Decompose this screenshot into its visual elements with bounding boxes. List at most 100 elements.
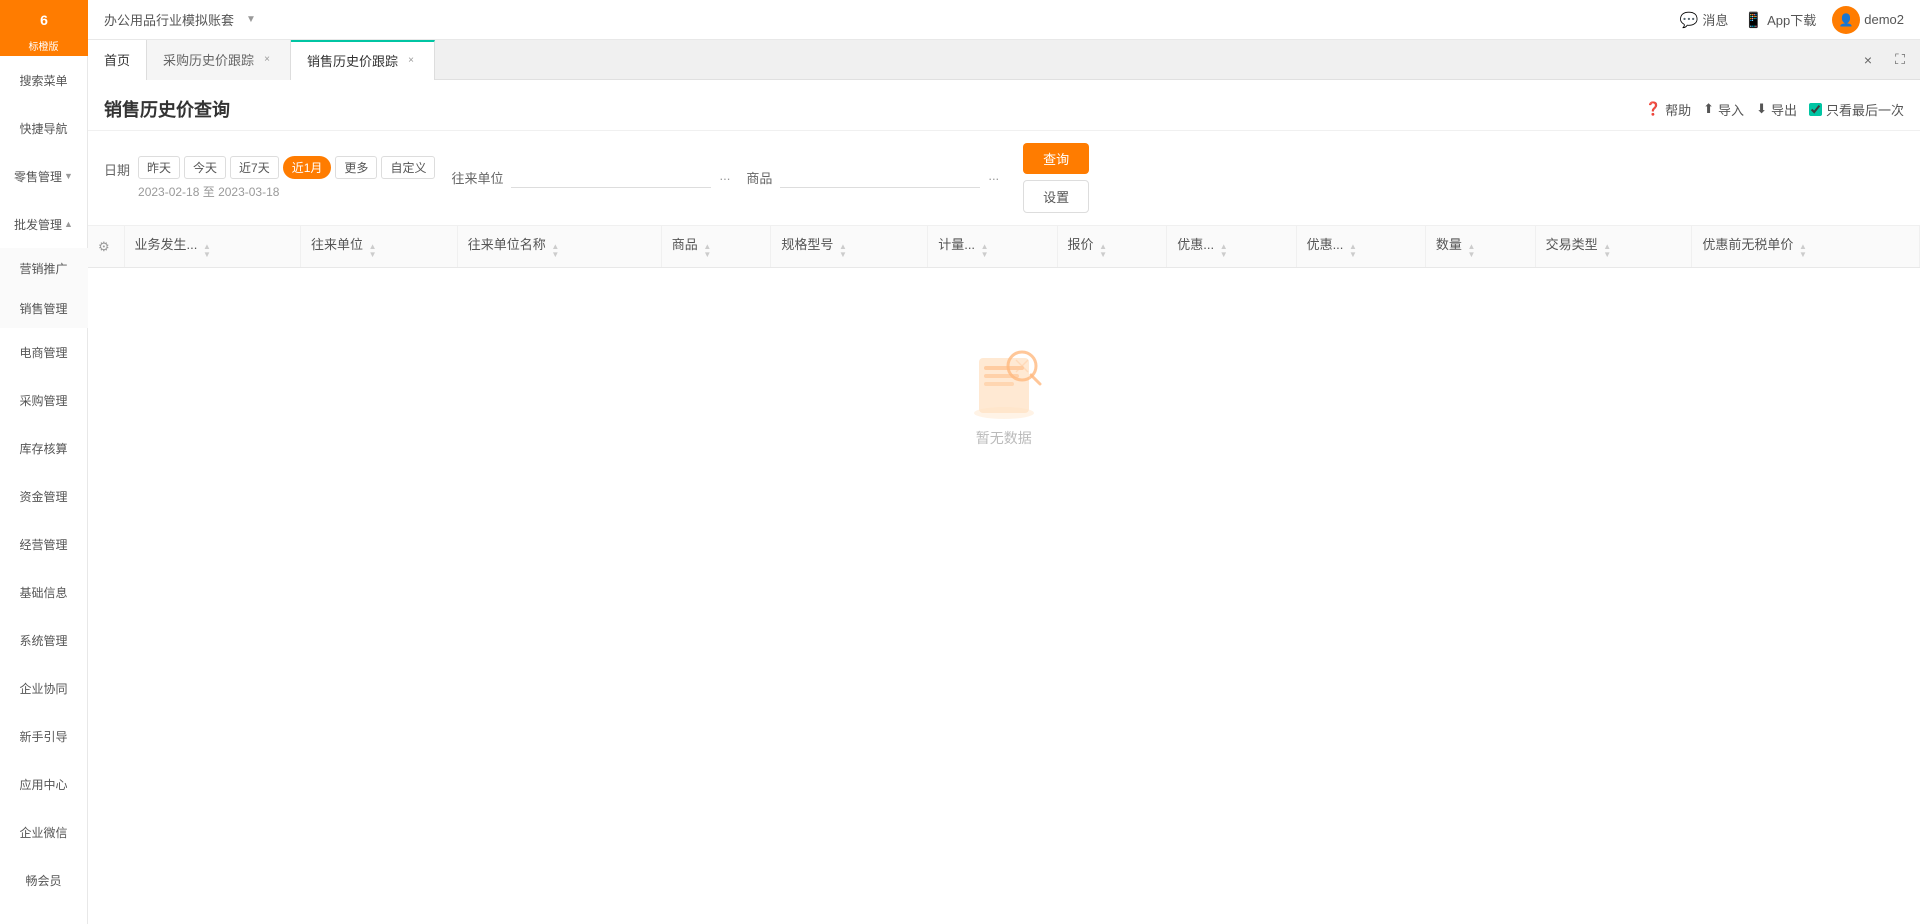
sidebar-item-app-center[interactable]: 应用中心 [0, 760, 88, 808]
tab-purchase-history-close[interactable]: × [260, 53, 274, 67]
sidebar-item-inventory[interactable]: 库存核算 [0, 424, 88, 472]
user-name: demo2 [1864, 12, 1904, 27]
sort-icon: ▲▼ [981, 243, 989, 259]
help-button[interactable]: ❓ 帮助 [1645, 100, 1691, 119]
app-title-dropdown-icon[interactable]: ▼ [246, 14, 256, 25]
sidebar-item-sys[interactable]: 系统管理 [0, 616, 88, 664]
filter-area: 日期 昨天 今天 近7天 近1月 更多 自定义 2023-02-18 至 202… [88, 131, 1920, 226]
date-btn-more[interactable]: 更多 [335, 156, 377, 179]
empty-state: 暂无数据 [88, 268, 1920, 508]
export-icon: ⬇ [1756, 101, 1767, 117]
sort-icon: ▲▼ [839, 243, 847, 259]
date-filter-group: 日期 昨天 今天 近7天 近1月 更多 自定义 2023-02-18 至 202… [104, 156, 435, 200]
sidebar-item-label: 批发管理 [14, 216, 62, 233]
sidebar-item-ops[interactable]: 经营管理 [0, 520, 88, 568]
date-btn-last7[interactable]: 近7天 [230, 156, 279, 179]
table-header-discount1[interactable]: 优惠... ▲▼ [1167, 226, 1296, 268]
sort-icon: ▲▼ [1099, 243, 1107, 259]
date-btn-today[interactable]: 今天 [184, 156, 226, 179]
fullscreen-button[interactable]: ⛶ [1888, 48, 1912, 72]
goods-input[interactable] [780, 168, 980, 188]
header-left: 办公用品行业模拟账套 ▼ [104, 10, 256, 29]
tab-purchase-history-label: 采购历史价跟踪 [163, 50, 254, 69]
tab-sales-history-close[interactable]: × [404, 54, 418, 68]
date-range-text: 2023-02-18 至 2023-03-18 [138, 183, 435, 200]
table-header-quantity[interactable]: 数量 ▲▼ [1425, 226, 1535, 268]
sidebar-item-label: 电商管理 [19, 344, 67, 361]
sidebar-item-label: 新手引导 [19, 728, 67, 745]
sidebar-item-ecommerce[interactable]: 电商管理 [0, 328, 88, 376]
query-button[interactable]: 查询 [1023, 143, 1089, 174]
logo-text: 标橙版 [29, 38, 59, 53]
tab-home[interactable]: 首页 [88, 40, 147, 80]
user-profile-button[interactable]: 👤 demo2 [1832, 6, 1904, 34]
date-btn-last-month[interactable]: 近1月 [283, 156, 332, 179]
sort-icon: ▲▼ [203, 243, 211, 259]
empty-illustration [954, 328, 1054, 428]
top-header: 办公用品行业模拟账套 ▼ 💬 消息 📱 App下载 👤 demo2 [88, 0, 1920, 40]
counterpart-filter-group: 往来单位 ... [451, 168, 730, 188]
date-btn-yesterday[interactable]: 昨天 [138, 156, 180, 179]
data-table: ⚙ 业务发生... ▲▼ 往来单位 ▲▼ 往来单位名称 ▲▼ [88, 226, 1920, 508]
app-download-button[interactable]: 📱 App下载 [1744, 10, 1816, 29]
sidebar-item-purchase[interactable]: 采购管理 [0, 376, 88, 424]
table-header-discount2[interactable]: 优惠... ▲▼ [1296, 226, 1425, 268]
export-button[interactable]: ⬇ 导出 [1756, 100, 1797, 119]
sidebar-item-new-guide[interactable]: 新手引导 [0, 712, 88, 760]
sidebar-item-enterprise-wechat[interactable]: 企业微信 [0, 808, 88, 856]
message-label: 消息 [1702, 10, 1728, 29]
table-header-unit[interactable]: 计量... ▲▼ [928, 226, 1057, 268]
table-container: ⚙ 业务发生... ▲▼ 往来单位 ▲▼ 往来单位名称 ▲▼ [88, 226, 1920, 924]
sort-icon: ▲▼ [1603, 243, 1611, 259]
sidebar-item-marketing[interactable]: 营销推广 [0, 248, 88, 288]
sidebar-item-label: 经营管理 [19, 536, 67, 553]
table-header-counterpart-name[interactable]: 往来单位名称 ▲▼ [457, 226, 661, 268]
message-button[interactable]: 💬 消息 [1680, 10, 1729, 29]
tab-sales-history-label: 销售历史价跟踪 [307, 51, 398, 70]
sidebar-item-label: 企业微信 [19, 824, 67, 841]
tab-sales-history[interactable]: 销售历史价跟踪 × [291, 40, 435, 80]
table-header-quote[interactable]: 报价 ▲▼ [1057, 226, 1167, 268]
sort-icon: ▲▼ [1349, 243, 1357, 259]
only-last-checkbox[interactable] [1809, 103, 1822, 116]
import-button[interactable]: ⬆ 导入 [1703, 100, 1744, 119]
table-header-spec[interactable]: 规格型号 ▲▼ [771, 226, 928, 268]
sidebar-item-finance[interactable]: 资金管理 [0, 472, 88, 520]
filter-actions: 查询 设置 [1023, 143, 1089, 213]
table-header-business-date[interactable]: 业务发生... ▲▼ [124, 226, 300, 268]
goods-filter-group: 商品 ... [746, 168, 999, 188]
date-filter-label: 日期 [104, 160, 130, 179]
table-header-goods[interactable]: 商品 ▲▼ [661, 226, 771, 268]
settings-button[interactable]: 设置 [1023, 180, 1089, 213]
date-btn-custom[interactable]: 自定义 [381, 156, 435, 179]
sidebar-item-retail-mgmt[interactable]: 零售管理 ▼ [0, 152, 88, 200]
table-header-settings[interactable]: ⚙ [88, 226, 124, 268]
sidebar-item-enterprise-collab[interactable]: 企业协同 [0, 664, 88, 712]
sidebar-item-label: 搜索菜单 [19, 72, 67, 89]
sidebar-item-members[interactable]: 畅会员 [0, 856, 88, 904]
settings-icon[interactable]: ⚙ [98, 239, 110, 254]
page-actions: ❓ 帮助 ⬆ 导入 ⬇ 导出 只看最后一次 [1645, 100, 1904, 119]
table-header-counterpart[interactable]: 往来单位 ▲▼ [300, 226, 457, 268]
message-icon: 💬 [1680, 11, 1699, 29]
download-icon: 📱 [1744, 11, 1763, 29]
only-last-toggle[interactable]: 只看最后一次 [1809, 100, 1904, 119]
counterpart-input[interactable] [511, 168, 711, 188]
tab-purchase-history[interactable]: 采购历史价跟踪 × [147, 40, 291, 80]
tabs-bar: 首页 采购历史价跟踪 × 销售历史价跟踪 × × ⛶ [88, 40, 1920, 80]
sidebar-item-basic-info[interactable]: 基础信息 [0, 568, 88, 616]
sidebar-item-sales-mgmt[interactable]: 销售管理 [0, 288, 88, 328]
import-label: 导入 [1718, 100, 1744, 119]
sidebar-item-wholesale-mgmt[interactable]: 批发管理 ▲ [0, 200, 88, 248]
table-header-trade-type[interactable]: 交易类型 ▲▼ [1535, 226, 1692, 268]
import-icon: ⬆ [1703, 101, 1714, 117]
sidebar-item-search-menu[interactable]: 搜索菜单 [0, 56, 88, 104]
sidebar-item-quick-nav[interactable]: 快捷导航 [0, 104, 88, 152]
help-label: 帮助 [1665, 100, 1691, 119]
close-all-tabs-button[interactable]: × [1856, 48, 1880, 72]
table-header-pre-tax-price[interactable]: 优惠前无税单价 ▲▼ [1692, 226, 1920, 268]
sidebar-item-label: 快捷导航 [19, 120, 67, 137]
logo-icon: 6 [28, 4, 60, 36]
app-logo[interactable]: 6 标橙版 [0, 0, 88, 56]
date-buttons: 昨天 今天 近7天 近1月 更多 自定义 2023-02-18 至 2023-0… [138, 156, 435, 200]
